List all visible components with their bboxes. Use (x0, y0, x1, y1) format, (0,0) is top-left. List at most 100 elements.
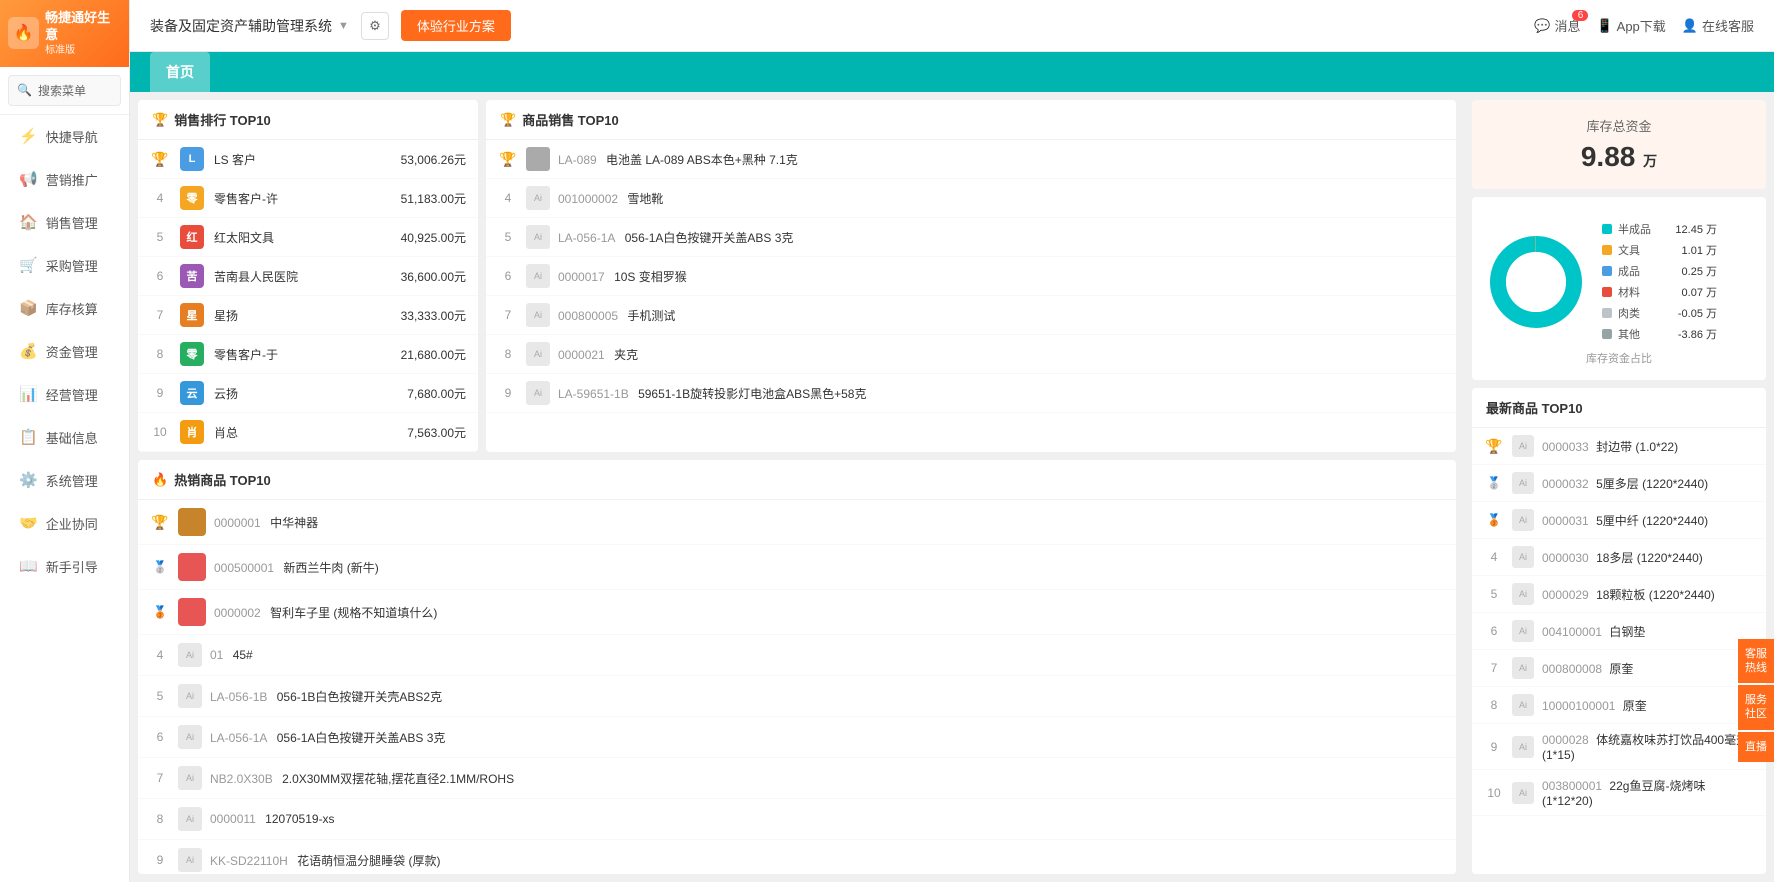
marketing-label: 营销推广 (46, 170, 98, 189)
sidebar-item-shortcut[interactable]: ⚡ 快捷导航 (0, 115, 129, 158)
search-menu-button[interactable]: 🔍 搜索菜单 (8, 75, 121, 106)
operations-icon: 📊 (19, 385, 38, 403)
rank-num-10: 10 (150, 425, 170, 439)
legend-item-meat: 肉类 -0.05 万 (1602, 305, 1717, 321)
new-product-3: 🥉 Ai 0000031 5厘中纤 (1220*2440) (1472, 502, 1766, 539)
rank-num-5: 5 (150, 230, 170, 244)
tab-home[interactable]: 首页 (150, 52, 210, 92)
sidebar-item-basic-info[interactable]: 📋 基础信息 (0, 416, 129, 459)
sidebar-search-section: 🔍 搜索菜单 (0, 67, 129, 115)
new-product-5: 5 Ai 0000029 18颗粒板 (1220*2440) (1472, 576, 1766, 613)
hot-name-5: 056-1B白色按键开关壳ABS2克 (277, 690, 442, 704)
product-info-8: 0000021 夹克 (558, 346, 1444, 363)
inventory-label: 库存核算 (46, 299, 98, 318)
message-button[interactable]: 💬 消息 6 (1534, 16, 1580, 35)
legend-label-finished: 成品 (1618, 263, 1651, 279)
product-code-8: 0000021 (558, 348, 605, 362)
product-img-6: Ai (526, 264, 550, 288)
sidebar-item-enterprise[interactable]: 🤝 企业协同 (0, 502, 129, 545)
new-product-2: 🥈 Ai 0000032 5厘多层 (1220*2440) (1472, 465, 1766, 502)
customer-row-9: 9 云 云扬 7,680.00元 (138, 374, 478, 413)
app-download-button[interactable]: 📱 App下载 (1596, 16, 1665, 35)
product-rank-row-6: 6 Ai 0000017 10S 变相罗猴 (486, 257, 1456, 296)
hot-code-2: 000500001 (214, 561, 274, 575)
legend-value-material: 0.07 万 (1657, 284, 1717, 300)
online-service-button[interactable]: 👤 在线客服 (1682, 16, 1754, 35)
rank-num-7: 7 (150, 308, 170, 322)
trial-button[interactable]: 体验行业方案 (401, 10, 511, 41)
settings-button[interactable]: ⚙ (361, 12, 389, 40)
online-service-label: 在线客服 (1702, 16, 1754, 35)
sidebar-item-finance[interactable]: 💰 资金管理 (0, 330, 129, 373)
products-sales-header: 🏆 商品销售 TOP10 (486, 100, 1456, 140)
message-badge: 6 (1572, 10, 1588, 21)
legend-item-finished: 成品 0.25 万 (1602, 263, 1717, 279)
product-img-1: Ai (526, 147, 550, 171)
hot-info-1: 0000001 中华神器 (214, 514, 1444, 531)
finance-label: 资金管理 (46, 342, 98, 361)
sidebar-item-purchase[interactable]: 🛒 采购管理 (0, 244, 129, 287)
product-name-7: 手机测试 (627, 309, 675, 323)
customer-name-4: 零售客户-许 (214, 190, 391, 207)
new-product-img-3: Ai (1512, 509, 1534, 531)
shortcut-label: 快捷导航 (46, 127, 98, 146)
new-product-info-7: 000800008 原奎 (1542, 660, 1754, 677)
operations-label: 经营管理 (46, 385, 98, 404)
sidebar-item-operations[interactable]: 📊 经营管理 (0, 373, 129, 416)
legend-item-semifinished: 半成品 12.45 万 (1602, 221, 1717, 237)
service-icon: 👤 (1682, 18, 1698, 34)
product-rank-4: 4 (498, 191, 518, 205)
trophy-icon: 🏆 (152, 112, 168, 128)
donut-wrap: 半成品 12.45 万 文具 1.01 万 成品 0.25 万 (1486, 221, 1752, 342)
sidebar-item-newbie[interactable]: 📖 新手引导 (0, 545, 129, 588)
legend-value-semifinished: 12.45 万 (1657, 221, 1717, 237)
finance-icon: 💰 (19, 342, 38, 360)
purchase-label: 采购管理 (46, 256, 98, 275)
customer-amount-8: 21,680.00元 (401, 346, 466, 363)
float-btn-community[interactable]: 服务 社区 (1738, 685, 1774, 730)
gear-icon: ⚙ (369, 18, 381, 34)
sidebar-item-marketing[interactable]: 📢 营销推广 (0, 158, 129, 201)
basic-info-icon: 📋 (19, 428, 38, 446)
new-product-info-2: 0000032 5厘多层 (1220*2440) (1542, 475, 1754, 492)
float-btn-hotline[interactable]: 客服 热线 (1738, 639, 1774, 684)
product-name-9: 59651-1B旋转投影灯电池盒ABS黑色+58克 (638, 387, 866, 401)
sidebar-item-system[interactable]: ⚙️ 系统管理 (0, 459, 129, 502)
system-selector[interactable]: 装备及固定资产辅助管理系统 ▼ (150, 16, 349, 36)
new-product-info-9: 0000028 体统嘉枚味苏打饮品400毫升 (1*15) (1542, 731, 1754, 762)
product-rank-row-8: 8 Ai 0000021 夹克 (486, 335, 1456, 374)
hot-name-6: 056-1A白色按键开关盖ABS 3克 (277, 731, 446, 745)
new-product-img-10: Ai (1512, 782, 1534, 804)
inventory-unit: 万 (1643, 153, 1657, 169)
product-info-9: LA-59651-1B 59651-1B旋转投影灯电池盒ABS黑色+58克 (558, 385, 1444, 402)
sales-icon: 🏠 (19, 213, 38, 231)
customer-row-5: 5 红 红太阳文具 40,925.00元 (138, 218, 478, 257)
system-label: 系统管理 (46, 471, 98, 490)
sidebar-item-sales[interactable]: 🏠 销售管理 (0, 201, 129, 244)
hot-products-panel: 🔥 热销商品 TOP10 🏆 0000001 中华神器 🥈 (138, 460, 1456, 874)
products-sales-panel: 🏆 商品销售 TOP10 🏆 Ai LA-089 电池盖 LA-089 ABS本… (486, 100, 1456, 452)
product-img-9: Ai (526, 381, 550, 405)
customer-row-4: 4 零 零售客户-许 51,183.00元 (138, 179, 478, 218)
new-product-10: 10 Ai 003800001 22g鱼豆腐-烧烤味 (1*12*20) (1472, 770, 1766, 816)
hot-info-7: NB2.0X30B 2.0X30MM双摆花轴,摆花直径2.1MM/ROHS (210, 770, 1444, 787)
product-name-6: 10S 变相罗猴 (614, 270, 687, 284)
product-info-5: LA-056-1A 056-1A白色按键开关盖ABS 3克 (558, 229, 1444, 246)
product-rank-9: 9 (498, 386, 518, 400)
system-name: 装备及固定资产辅助管理系统 (150, 16, 332, 36)
marketing-icon: 📢 (19, 170, 38, 188)
hot-rank-8: 8 (150, 812, 170, 826)
product-name-5: 056-1A白色按键开关盖ABS 3克 (625, 231, 794, 245)
product-rank-row-1: 🏆 Ai LA-089 电池盖 LA-089 ABS本色+黑种 7.1克 (486, 140, 1456, 179)
products-trophy-icon: 🏆 (500, 112, 516, 128)
product-rank-7: 7 (498, 308, 518, 322)
customer-avatar-9: 云 (180, 381, 204, 405)
legend-label-material: 材料 (1618, 284, 1651, 300)
new-product-info-10: 003800001 22g鱼豆腐-烧烤味 (1*12*20) (1542, 777, 1754, 808)
customer-amount-1: 53,006.26元 (401, 151, 466, 168)
float-btn-live[interactable]: 直播 (1738, 732, 1774, 762)
sidebar-item-inventory[interactable]: 📦 库存核算 (0, 287, 129, 330)
hot-code-5: LA-056-1B (210, 690, 267, 704)
new-rank-8: 8 (1484, 698, 1504, 712)
customer-avatar-8: 零 (180, 342, 204, 366)
